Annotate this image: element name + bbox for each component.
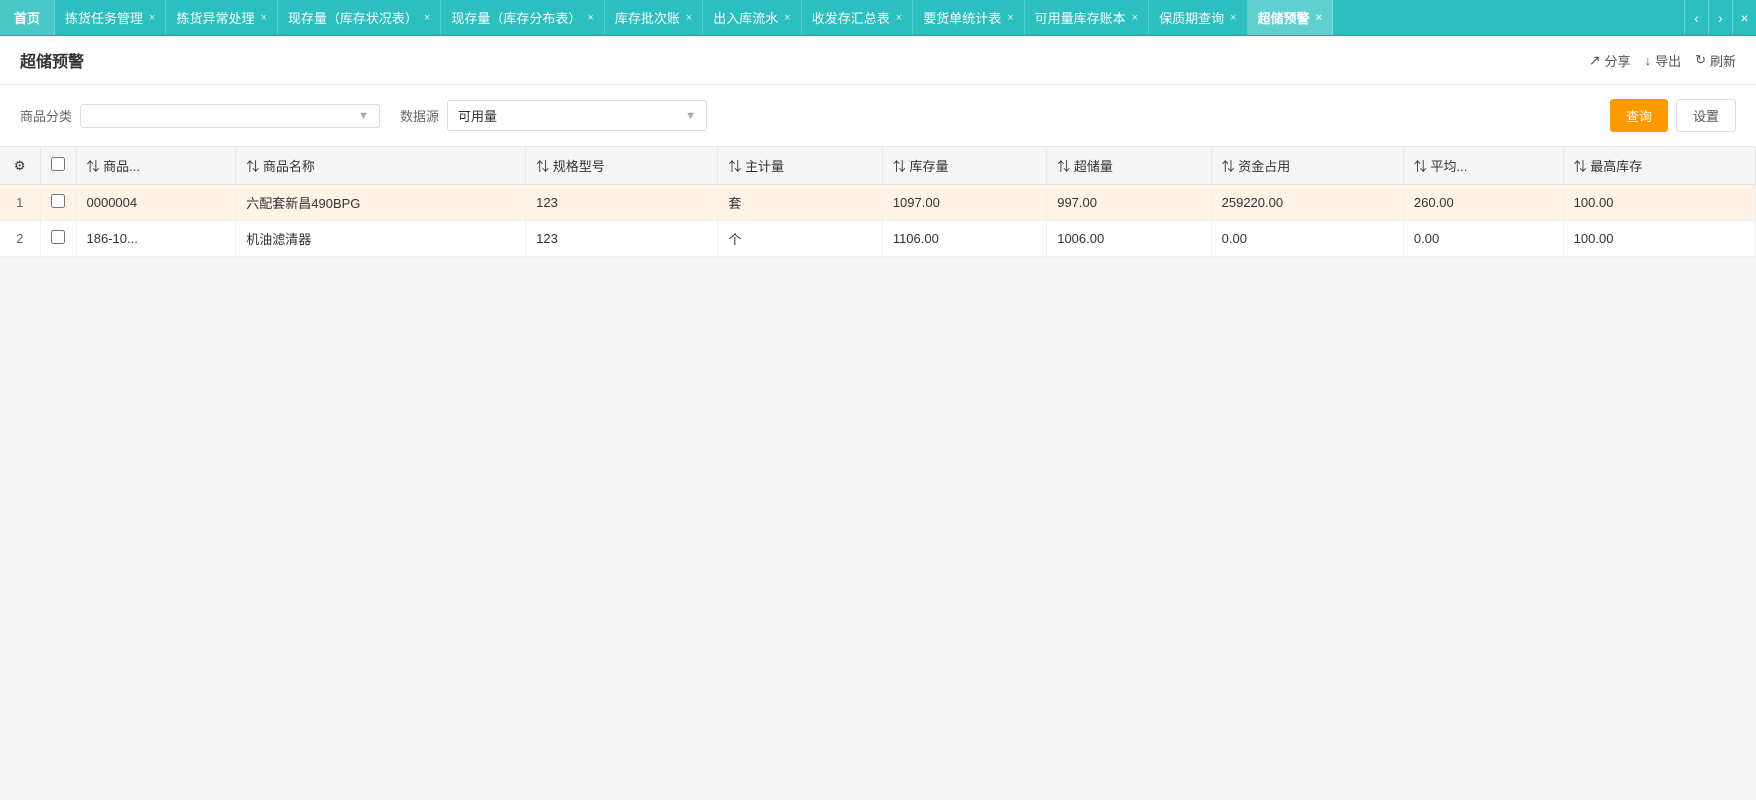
close-icon[interactable]: × (784, 12, 790, 24)
refresh-icon: ↻ (1695, 52, 1706, 68)
nav-order-stat[interactable]: 要货单统计表 × (913, 0, 1024, 35)
row-index: 2 (0, 221, 40, 257)
row-avg: 0.00 (1403, 221, 1563, 257)
nav-left-arrow[interactable]: ‹ (1684, 0, 1708, 36)
nav-current-stock[interactable]: 现存量（库存状况表） × (278, 0, 441, 35)
nav-collect[interactable]: 收发存汇总表 × (802, 0, 913, 35)
nav-close-all[interactable]: × (1732, 0, 1756, 36)
nav-abnormal[interactable]: 拣货异常处理 × (166, 0, 277, 35)
col-overstock[interactable]: ⇅ 超储量 (1047, 147, 1211, 185)
col-spec[interactable]: ⇅ 规格型号 (526, 147, 718, 185)
row-index: 1 (0, 185, 40, 221)
row-spec: 123 (526, 221, 718, 257)
row-product-code: 0000004 (76, 185, 236, 221)
row-avg: 260.00 (1403, 185, 1563, 221)
top-nav: 首页 拣货任务管理 × 拣货异常处理 × 现存量（库存状况表） × 现存量（库存… (0, 0, 1756, 36)
page-title: 超储预警 (20, 48, 84, 72)
col-product-name[interactable]: ⇅ 商品名称 (236, 147, 526, 185)
row-checkbox-cell[interactable] (40, 185, 76, 221)
close-icon[interactable]: × (424, 12, 430, 24)
datasource-filter: 数据源 可用量 ▼ (400, 100, 707, 131)
row-unit: 个 (718, 221, 882, 257)
datasource-label: 数据源 (400, 106, 439, 125)
table-row: 2 186-10... 机油滤清器 123 个 1106.00 1006.00 … (0, 221, 1756, 257)
data-table: ⚙ ⇅ 商品... ⇅ 商品名称 ⇅ 规格型号 ⇅ 主计量 ⇅ (0, 147, 1756, 257)
close-icon[interactable]: × (896, 12, 902, 24)
category-label: 商品分类 (20, 106, 72, 125)
nav-task-mgmt[interactable]: 拣货任务管理 × (55, 0, 166, 35)
nav-batch[interactable]: 库存批次账 × (605, 0, 703, 35)
refresh-button[interactable]: ↻ 刷新 (1695, 51, 1736, 70)
row-capital: 259220.00 (1211, 185, 1403, 221)
close-icon[interactable]: × (1132, 12, 1138, 24)
row-max-stock: 100.00 (1563, 221, 1755, 257)
row-checkbox-cell[interactable] (40, 221, 76, 257)
col-capital[interactable]: ⇅ 资金占用 (1211, 147, 1403, 185)
filter-bar: 商品分类 ▼ 数据源 可用量 ▼ 查询 设置 (0, 85, 1756, 147)
row-checkbox[interactable] (51, 230, 65, 244)
row-overstock: 1006.00 (1047, 221, 1211, 257)
nav-home[interactable]: 首页 (0, 0, 55, 35)
row-spec: 123 (526, 185, 718, 221)
row-product-code: 186-10... (76, 221, 236, 257)
export-button[interactable]: ↓ 导出 (1645, 51, 1682, 70)
row-product-name: 六配套新昌490BPG (236, 185, 526, 221)
col-product-code[interactable]: ⇅ 商品... (76, 147, 236, 185)
row-max-stock: 100.00 (1563, 185, 1755, 221)
row-stock: 1097.00 (882, 185, 1046, 221)
nav-expiry[interactable]: 保质期查询 × (1149, 0, 1247, 35)
col-max-stock[interactable]: ⇅ 最高库存 (1563, 147, 1755, 185)
filter-actions: 查询 设置 (1610, 99, 1736, 132)
row-product-name: 机油滤清器 (236, 221, 526, 257)
row-unit: 套 (718, 185, 882, 221)
col-checkbox[interactable] (40, 147, 76, 185)
category-filter: 商品分类 ▼ (20, 104, 380, 128)
chevron-down-icon: ▼ (685, 110, 696, 122)
close-icon[interactable]: × (1230, 12, 1236, 24)
share-icon: ↗ (1589, 52, 1601, 69)
close-icon[interactable]: × (1316, 12, 1322, 24)
row-capital: 0.00 (1211, 221, 1403, 257)
share-button[interactable]: ↗ 分享 (1589, 51, 1631, 70)
row-overstock: 997.00 (1047, 185, 1211, 221)
settings-button[interactable]: 设置 (1676, 99, 1736, 132)
table-header-row: ⚙ ⇅ 商品... ⇅ 商品名称 ⇅ 规格型号 ⇅ 主计量 ⇅ (0, 147, 1756, 185)
table-row: 1 0000004 六配套新昌490BPG 123 套 1097.00 997.… (0, 185, 1756, 221)
gear-icon[interactable]: ⚙ (14, 158, 26, 173)
select-all-checkbox[interactable] (51, 157, 65, 171)
row-stock: 1106.00 (882, 221, 1046, 257)
nav-inout[interactable]: 出入库流水 × (703, 0, 801, 35)
nav-overstock[interactable]: 超储预警 × (1248, 0, 1333, 35)
table-container: ⚙ ⇅ 商品... ⇅ 商品名称 ⇅ 规格型号 ⇅ 主计量 ⇅ (0, 147, 1756, 257)
nav-arrows: ‹ › × (1684, 0, 1756, 36)
row-checkbox[interactable] (51, 194, 65, 208)
chevron-down-icon: ▼ (358, 110, 369, 122)
close-icon[interactable]: × (149, 12, 155, 24)
page-header: 超储预警 ↗ 分享 ↓ 导出 ↻ 刷新 (0, 36, 1756, 85)
query-button[interactable]: 查询 (1610, 99, 1668, 132)
close-icon[interactable]: × (587, 12, 593, 24)
close-icon[interactable]: × (260, 12, 266, 24)
col-setting[interactable]: ⚙ (0, 147, 40, 185)
nav-stock-dist[interactable]: 现存量（库存分布表） × (441, 0, 604, 35)
datasource-select[interactable]: 可用量 ▼ (447, 100, 707, 131)
nav-right-arrow[interactable]: › (1708, 0, 1732, 36)
nav-usable-stock[interactable]: 可用量库存账本 × (1025, 0, 1149, 35)
col-avg[interactable]: ⇅ 平均... (1403, 147, 1563, 185)
export-icon: ↓ (1645, 53, 1652, 68)
col-unit[interactable]: ⇅ 主计量 (718, 147, 882, 185)
datasource-value: 可用量 (458, 106, 497, 125)
close-icon[interactable]: × (686, 12, 692, 24)
category-select[interactable]: ▼ (80, 104, 380, 128)
close-icon[interactable]: × (1007, 12, 1013, 24)
header-actions: ↗ 分享 ↓ 导出 ↻ 刷新 (1589, 51, 1736, 70)
col-stock[interactable]: ⇅ 库存量 (882, 147, 1046, 185)
